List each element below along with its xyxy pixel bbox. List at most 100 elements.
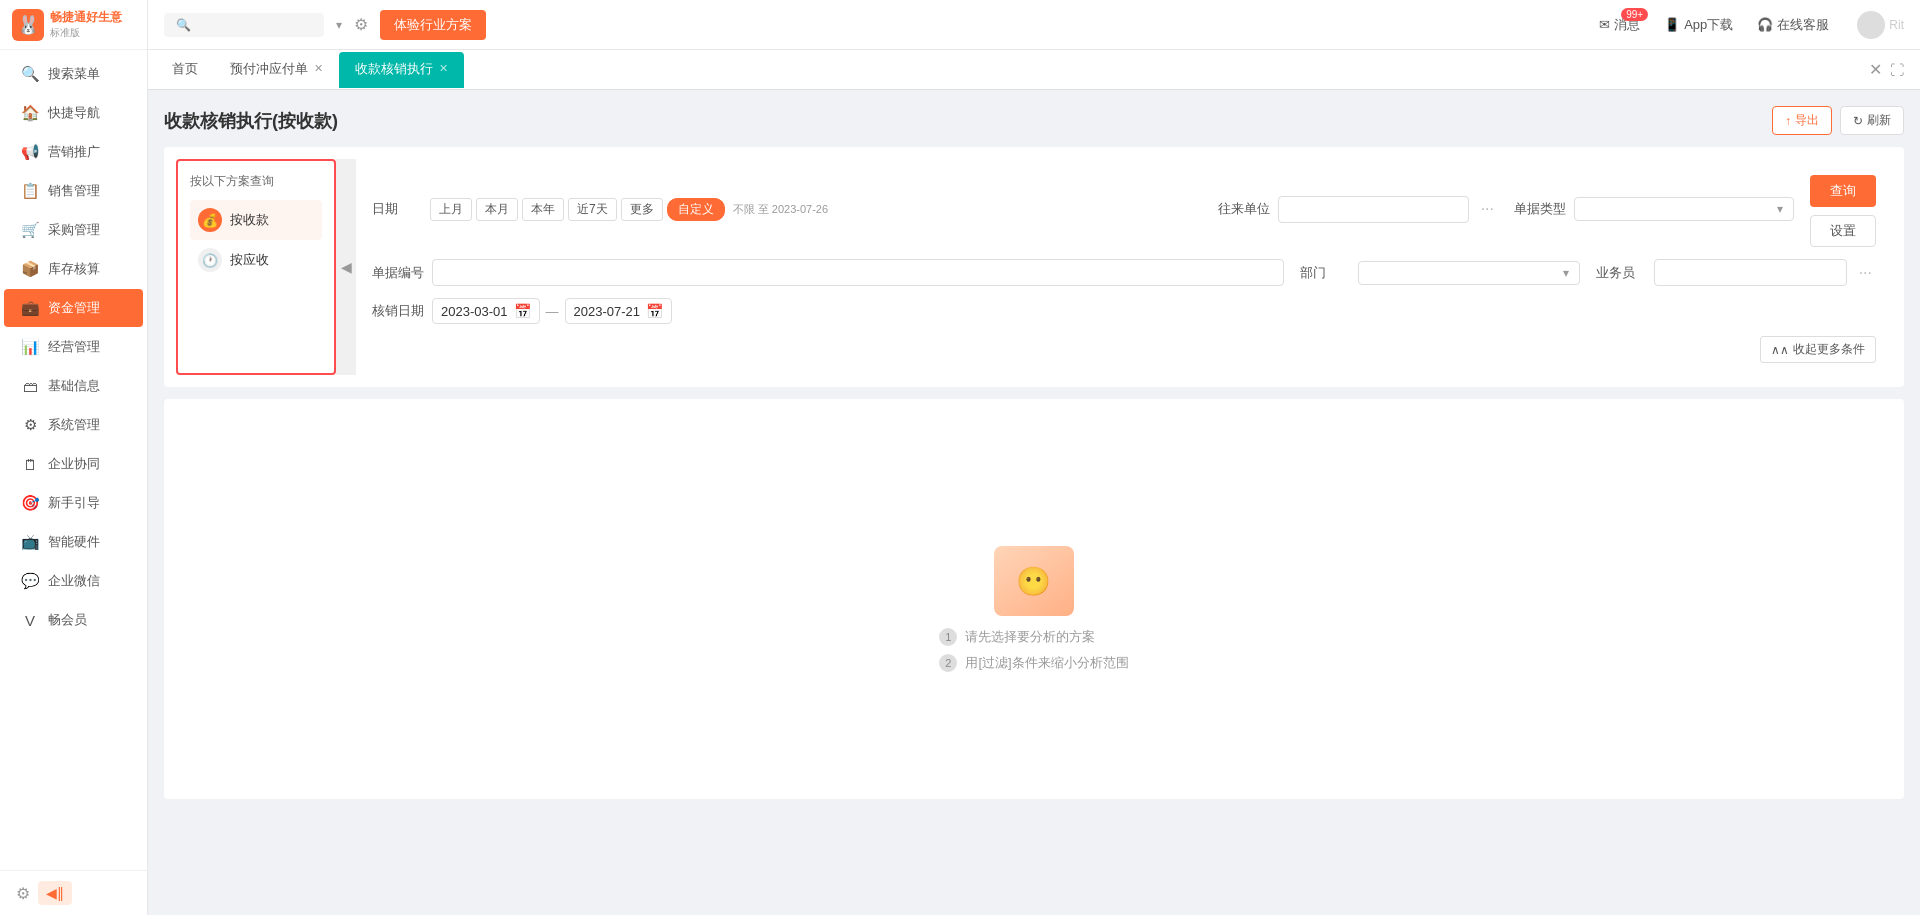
- guide-icon: 🎯: [20, 494, 40, 512]
- sidebar-item-nav[interactable]: 🏠 快捷导航: [4, 94, 143, 132]
- page-header: 收款核销执行(按收款) ↑ 导出 ↻ 刷新: [164, 106, 1904, 135]
- tab-verify-close-icon[interactable]: ✕: [439, 62, 448, 75]
- staff-filter-group: 业务员 ···: [1596, 259, 1876, 286]
- phone-icon: 📱: [1664, 17, 1680, 32]
- calendar-start-icon: 📅: [514, 303, 531, 319]
- weixin-icon: 💬: [20, 572, 40, 590]
- tab-close-button[interactable]: ✕: [1869, 60, 1882, 79]
- top-search-box[interactable]: 🔍: [164, 13, 324, 37]
- filter-row-1: 日期 上月 本月 本年 近7天 更多 自定义 不限 至 2023-07-26: [372, 171, 1876, 247]
- empty-texts: 1 请先选择要分析的方案 2 用[过滤]条件来缩小分析范围: [939, 628, 1128, 672]
- dept-label: 部门: [1300, 264, 1350, 282]
- dept-filter-group: 部门 ▾: [1300, 261, 1580, 285]
- counterpart-input[interactable]: [1278, 196, 1469, 223]
- staff-more-icon[interactable]: ···: [1855, 264, 1876, 282]
- purchase-icon: 🛒: [20, 221, 40, 239]
- sidebar-collapse-button[interactable]: ◀‖: [38, 881, 72, 905]
- date-btn-custom[interactable]: 自定义: [667, 198, 725, 221]
- basic-icon: 🗃: [20, 378, 40, 395]
- collapse-arrow-icon: ∧∧: [1771, 343, 1789, 357]
- sidebar-item-purchase[interactable]: 🛒 采购管理: [4, 211, 143, 249]
- tab-prepay[interactable]: 预付冲应付单 ✕: [214, 52, 339, 88]
- settings-gear-icon[interactable]: ⚙: [16, 884, 30, 903]
- collab-icon: 🗒: [20, 456, 40, 473]
- filter-sidebar: 按以下方案查询 💰 按收款 🕐 按应收: [176, 159, 336, 375]
- verify-date-end-input[interactable]: 2023-07-21 📅: [565, 298, 673, 324]
- refresh-button[interactable]: ↻ 刷新: [1840, 106, 1904, 135]
- tab-verify[interactable]: 收款核销执行 ✕: [339, 52, 464, 88]
- sidebar-item-hardware[interactable]: 📺 智能硬件: [4, 523, 143, 561]
- search-chevron-icon[interactable]: ▾: [336, 18, 342, 32]
- sidebar-item-weixin[interactable]: 💬 企业微信: [4, 562, 143, 600]
- settings-button[interactable]: 设置: [1810, 215, 1876, 247]
- message-button[interactable]: ✉ 消息 99+: [1599, 16, 1640, 34]
- user-avatar-area[interactable]: Rit: [1857, 11, 1904, 39]
- dept-select[interactable]: ▾: [1358, 261, 1580, 285]
- marketing-icon: 📢: [20, 143, 40, 161]
- page-title: 收款核销执行(按收款): [164, 109, 338, 133]
- filter-collapse-button[interactable]: ◀: [336, 159, 356, 375]
- topbar-gear-icon[interactable]: ⚙: [354, 15, 368, 34]
- message-icon: ✉: [1599, 17, 1610, 32]
- inventory-icon: 📦: [20, 260, 40, 278]
- sidebar-item-system[interactable]: ⚙ 系统管理: [4, 406, 143, 444]
- logo-icon: 🐰: [12, 9, 44, 41]
- verify-date-group: 核销日期 2023-03-01 📅 — 2023-07-21 📅: [372, 298, 1876, 324]
- empty-hint-2: 2 用[过滤]条件来缩小分析范围: [939, 654, 1128, 672]
- sales-icon: 📋: [20, 182, 40, 200]
- results-area: 😶 1 请先选择要分析的方案 2 用[过滤]条件来缩小分析范围: [164, 399, 1904, 799]
- online-service-button[interactable]: 🎧 在线客服: [1757, 16, 1829, 34]
- sidebar-item-inventory[interactable]: 📦 库存核算: [4, 250, 143, 288]
- query-button[interactable]: 查询: [1810, 175, 1876, 207]
- date-hint: 不限 至 2023-07-26: [733, 202, 828, 217]
- collapse-more-button[interactable]: ∧∧ 收起更多条件: [1760, 336, 1876, 363]
- member-icon: V: [20, 612, 40, 629]
- sidebar-bottom: ⚙ ◀‖: [0, 870, 147, 915]
- date-btn-last-month[interactable]: 上月: [430, 198, 472, 221]
- counterpart-filter-group: 往来单位 ···: [1218, 196, 1498, 223]
- empty-hint-1: 1 请先选择要分析的方案: [939, 628, 1128, 646]
- export-button[interactable]: ↑ 导出: [1772, 106, 1832, 135]
- verify-date-start-input[interactable]: 2023-03-01 📅: [432, 298, 540, 324]
- filter-option-by-receipt[interactable]: 💰 按收款: [190, 200, 322, 240]
- finance-icon: 💼: [20, 299, 40, 317]
- doctype-select[interactable]: ▾: [1574, 197, 1794, 221]
- empty-state: 😶 1 请先选择要分析的方案 2 用[过滤]条件来缩小分析范围: [919, 446, 1148, 752]
- tab-home[interactable]: 首页: [156, 52, 214, 88]
- date-btn-this-year[interactable]: 本年: [522, 198, 564, 221]
- date-btn-7days[interactable]: 近7天: [568, 198, 617, 221]
- counterpart-input-wrap: [1278, 196, 1469, 223]
- filter-layout: 按以下方案查询 💰 按收款 🕐 按应收 ◀: [176, 159, 1892, 375]
- date-btn-this-month[interactable]: 本月: [476, 198, 518, 221]
- docno-input[interactable]: [432, 259, 1284, 286]
- solution-button[interactable]: 体验行业方案: [380, 10, 486, 40]
- sidebar-item-sales[interactable]: 📋 销售管理: [4, 172, 143, 210]
- date-btn-more[interactable]: 更多: [621, 198, 663, 221]
- edition-label: 标准版: [50, 26, 122, 39]
- doctype-filter-group: 单据类型 ▾: [1514, 197, 1794, 221]
- counterpart-label: 往来单位: [1218, 200, 1270, 218]
- filter-option-by-receivable[interactable]: 🕐 按应收: [190, 240, 322, 280]
- sidebar-item-marketing[interactable]: 📢 营销推广: [4, 133, 143, 171]
- filter-row-2: 单据编号 部门 ▾: [372, 259, 1876, 286]
- logo-area: 🐰 畅捷通好生意 标准版: [0, 0, 147, 50]
- filter-main: 日期 上月 本月 本年 近7天 更多 自定义 不限 至 2023-07-26: [356, 159, 1892, 375]
- sidebar-item-collab[interactable]: 🗒 企业协同: [4, 445, 143, 483]
- staff-input[interactable]: [1654, 259, 1847, 286]
- tab-prepay-close-icon[interactable]: ✕: [314, 62, 323, 75]
- calendar-end-icon: 📅: [646, 303, 663, 319]
- sidebar-item-search[interactable]: 🔍 搜索菜单: [4, 55, 143, 93]
- staff-label: 业务员: [1596, 264, 1646, 282]
- sidebar-item-member[interactable]: V 畅会员: [4, 601, 143, 639]
- sidebar-item-basic[interactable]: 🗃 基础信息: [4, 367, 143, 405]
- tab-fullscreen-button[interactable]: ⛶: [1890, 62, 1904, 78]
- counterpart-more-icon[interactable]: ···: [1477, 200, 1498, 218]
- main-area: 🔍 ▾ ⚙ 体验行业方案 ✉ 消息 99+ 📱 App下载 🎧 在线客服 Rit…: [148, 0, 1920, 915]
- empty-box-shape: 😶: [994, 546, 1074, 616]
- message-badge: 99+: [1621, 8, 1648, 21]
- sidebar-item-management[interactable]: 📊 经营管理: [4, 328, 143, 366]
- filter-panel: 按以下方案查询 💰 按收款 🕐 按应收 ◀: [164, 147, 1904, 387]
- sidebar-item-finance[interactable]: 💼 资金管理: [4, 289, 143, 327]
- sidebar-item-guide[interactable]: 🎯 新手引导: [4, 484, 143, 522]
- app-download-button[interactable]: 📱 App下载: [1664, 16, 1733, 34]
